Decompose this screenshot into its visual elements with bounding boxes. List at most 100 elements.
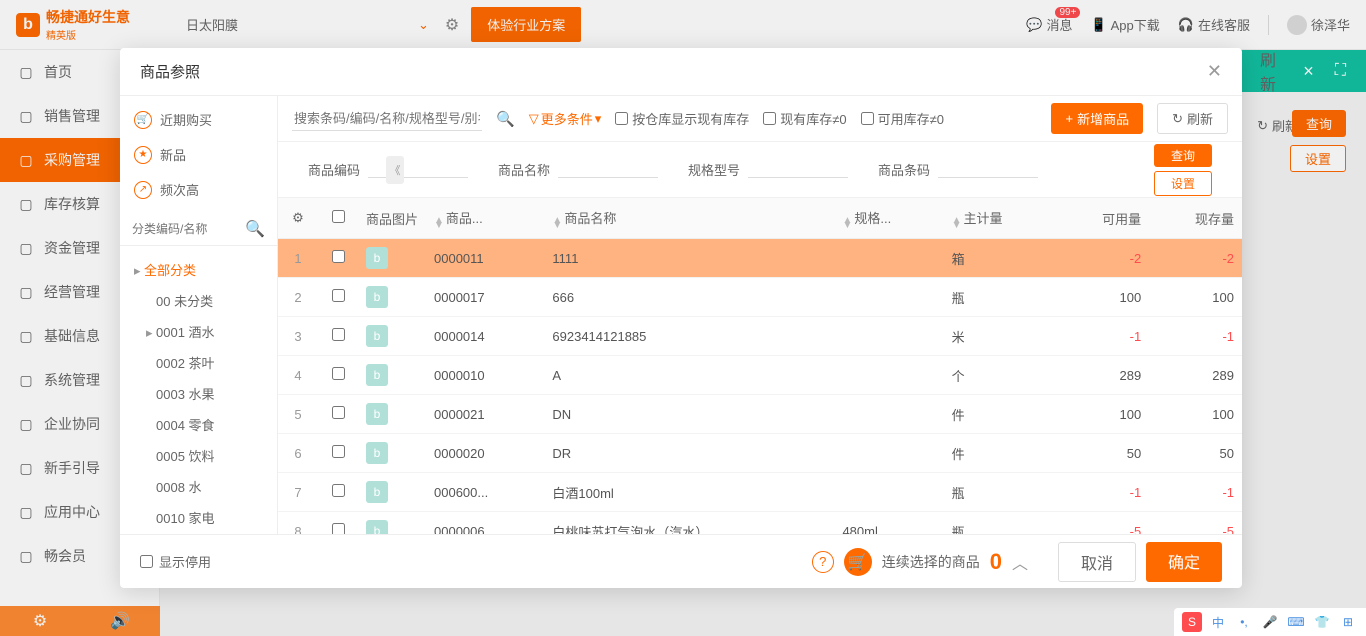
row-checkbox[interactable] xyxy=(332,523,345,534)
table-row[interactable]: 4b0000010A个289289 xyxy=(278,356,1242,395)
add-product-button[interactable]: + 新增商品 xyxy=(1051,103,1143,134)
row-stock: 50 xyxy=(1149,434,1242,473)
row-index: 6 xyxy=(278,434,318,473)
sort-icon: ▲▼ xyxy=(952,218,962,228)
row-checkbox[interactable] xyxy=(332,328,345,341)
checkbox-column-header xyxy=(318,198,358,239)
checkbox-input[interactable] xyxy=(763,112,776,125)
select-all-checkbox[interactable] xyxy=(332,210,345,223)
tree-item[interactable]: 0008 水 xyxy=(120,471,277,502)
tree-item[interactable]: 0005 饮料 xyxy=(120,440,277,471)
product-search-input[interactable] xyxy=(292,107,482,131)
caret-icon: ▸ xyxy=(134,263,144,279)
frequent-filter[interactable]: ↗ 频次高 xyxy=(120,172,277,207)
chevron-up-icon[interactable]: ︿ xyxy=(1012,550,1028,574)
gear-column-header[interactable]: ⚙ xyxy=(278,198,318,239)
caret-icon: ▸ xyxy=(146,325,156,341)
row-checkbox-cell xyxy=(318,239,358,278)
row-avail: 100 xyxy=(1056,395,1149,434)
ime-icon[interactable]: S xyxy=(1182,612,1202,632)
recent-purchase-filter[interactable]: 🛒 近期购买 xyxy=(120,102,277,137)
ime-skin-icon[interactable]: 👕 xyxy=(1312,612,1332,632)
avail-column-header[interactable]: 可用量 xyxy=(1056,198,1149,239)
product-table-wrap[interactable]: ⚙ 商品图片 ▲▼商品... ▲▼商品名称 ▲▼规格... ▲▼主计量 可用量 … xyxy=(278,198,1242,534)
confirm-button[interactable]: 确定 xyxy=(1146,542,1222,582)
ime-toolbox-icon[interactable]: ⊞ xyxy=(1338,612,1358,632)
row-avail: -1 xyxy=(1056,473,1149,512)
filter-code-input[interactable] xyxy=(368,162,468,178)
tree-item[interactable]: 0010 家电 xyxy=(120,502,277,533)
row-checkbox[interactable] xyxy=(332,250,345,263)
setting-button[interactable]: 设置 xyxy=(1154,171,1212,196)
cart-icon[interactable]: 🛒 xyxy=(844,548,872,576)
tree-item[interactable]: ▸全部分类 xyxy=(120,254,277,285)
ime-punct-icon[interactable]: •, xyxy=(1234,612,1254,632)
row-name: 666 xyxy=(544,278,834,317)
ime-mic-icon[interactable]: 🎤 xyxy=(1260,612,1280,632)
tree-item[interactable]: 0002 茶叶 xyxy=(120,347,277,378)
row-checkbox[interactable] xyxy=(332,484,345,497)
left-panel: 🛒 近期购买 ★ 新品 ↗ 频次高 🔍 ▸全部分类00 未分类▸0001 酒水0… xyxy=(120,96,278,534)
row-checkbox[interactable] xyxy=(332,289,345,302)
row-checkbox-cell xyxy=(318,317,358,356)
refresh-icon: ↻ xyxy=(1172,111,1183,127)
row-stock: -5 xyxy=(1149,512,1242,535)
filter-name-input[interactable] xyxy=(558,162,658,178)
tree-item-label: 0003 水果 xyxy=(156,387,215,402)
row-spec xyxy=(834,395,943,434)
table-row[interactable]: 3b00000146923414121885米-1-1 xyxy=(278,317,1242,356)
table-row[interactable]: 1b00000111111箱-2-2 xyxy=(278,239,1242,278)
row-code: 0000011 xyxy=(426,239,544,278)
search-icon[interactable]: 🔍 xyxy=(245,219,265,239)
code-column-header[interactable]: ▲▼商品... xyxy=(426,198,544,239)
recent-label: 近期购买 xyxy=(160,110,212,129)
tree-item[interactable]: 0004 零食 xyxy=(120,409,277,440)
row-avail: 50 xyxy=(1056,434,1149,473)
by-warehouse-checkbox[interactable]: 按仓库显示现有库存 xyxy=(615,109,749,128)
search-icon[interactable]: 🔍 xyxy=(496,110,515,128)
image-column-header[interactable]: 商品图片 xyxy=(358,198,426,239)
show-disabled-checkbox[interactable]: 显示停用 xyxy=(140,552,211,571)
checkbox-input[interactable] xyxy=(615,112,628,125)
cancel-button[interactable]: 取消 xyxy=(1058,542,1136,582)
new-product-filter[interactable]: ★ 新品 xyxy=(120,137,277,172)
row-checkbox[interactable] xyxy=(332,367,345,380)
stock-column-header[interactable]: 现存量 xyxy=(1149,198,1242,239)
row-code: 0000017 xyxy=(426,278,544,317)
collapse-panel-icon[interactable]: 《 xyxy=(386,156,404,184)
product-image-icon: b xyxy=(366,325,388,347)
ime-keyboard-icon[interactable]: ⌨ xyxy=(1286,612,1306,632)
unit-column-header[interactable]: ▲▼主计量 xyxy=(944,198,1057,239)
filter-barcode-input[interactable] xyxy=(938,162,1038,178)
stock-nonzero-checkbox[interactable]: 现有库存≠0 xyxy=(763,109,846,128)
table-row[interactable]: 7b000600...白酒100ml瓶-1-1 xyxy=(278,473,1242,512)
add-product-label: 新增商品 xyxy=(1077,109,1129,128)
filter-spec-input[interactable] xyxy=(748,162,848,178)
row-image-cell: b xyxy=(358,356,426,395)
row-checkbox[interactable] xyxy=(332,406,345,419)
close-icon[interactable]: ✕ xyxy=(1207,61,1222,82)
checkbox-input[interactable] xyxy=(861,112,874,125)
refresh-button[interactable]: ↻ 刷新 xyxy=(1157,103,1228,134)
more-conditions-button[interactable]: ▽ 更多条件 ▾ xyxy=(529,109,602,128)
table-row[interactable]: 6b0000020DR件5050 xyxy=(278,434,1242,473)
table-row[interactable]: 8b0000006白桃味苏打气泡水（汽水）480ml瓶-5-5 xyxy=(278,512,1242,535)
table-row[interactable]: 5b0000021DN件100100 xyxy=(278,395,1242,434)
row-name: 6923414121885 xyxy=(544,317,834,356)
tree-item[interactable]: 00 未分类 xyxy=(120,285,277,316)
row-name: DN xyxy=(544,395,834,434)
tree-item[interactable]: 0003 水果 xyxy=(120,378,277,409)
show-disabled-label: 显示停用 xyxy=(159,552,211,571)
ime-lang-icon[interactable]: 中 xyxy=(1208,612,1228,632)
avail-nonzero-checkbox[interactable]: 可用库存≠0 xyxy=(861,109,944,128)
row-stock: -1 xyxy=(1149,317,1242,356)
name-column-header[interactable]: ▲▼商品名称 xyxy=(544,198,834,239)
query-button[interactable]: 查询 xyxy=(1154,144,1212,167)
tree-item[interactable]: ▸0001 酒水 xyxy=(120,316,277,347)
spec-column-header[interactable]: ▲▼规格... xyxy=(834,198,943,239)
row-checkbox[interactable] xyxy=(332,445,345,458)
category-search-input[interactable] xyxy=(132,222,245,236)
table-row[interactable]: 2b0000017666瓶100100 xyxy=(278,278,1242,317)
checkbox-input[interactable] xyxy=(140,555,153,568)
help-icon[interactable]: ? xyxy=(812,551,834,573)
